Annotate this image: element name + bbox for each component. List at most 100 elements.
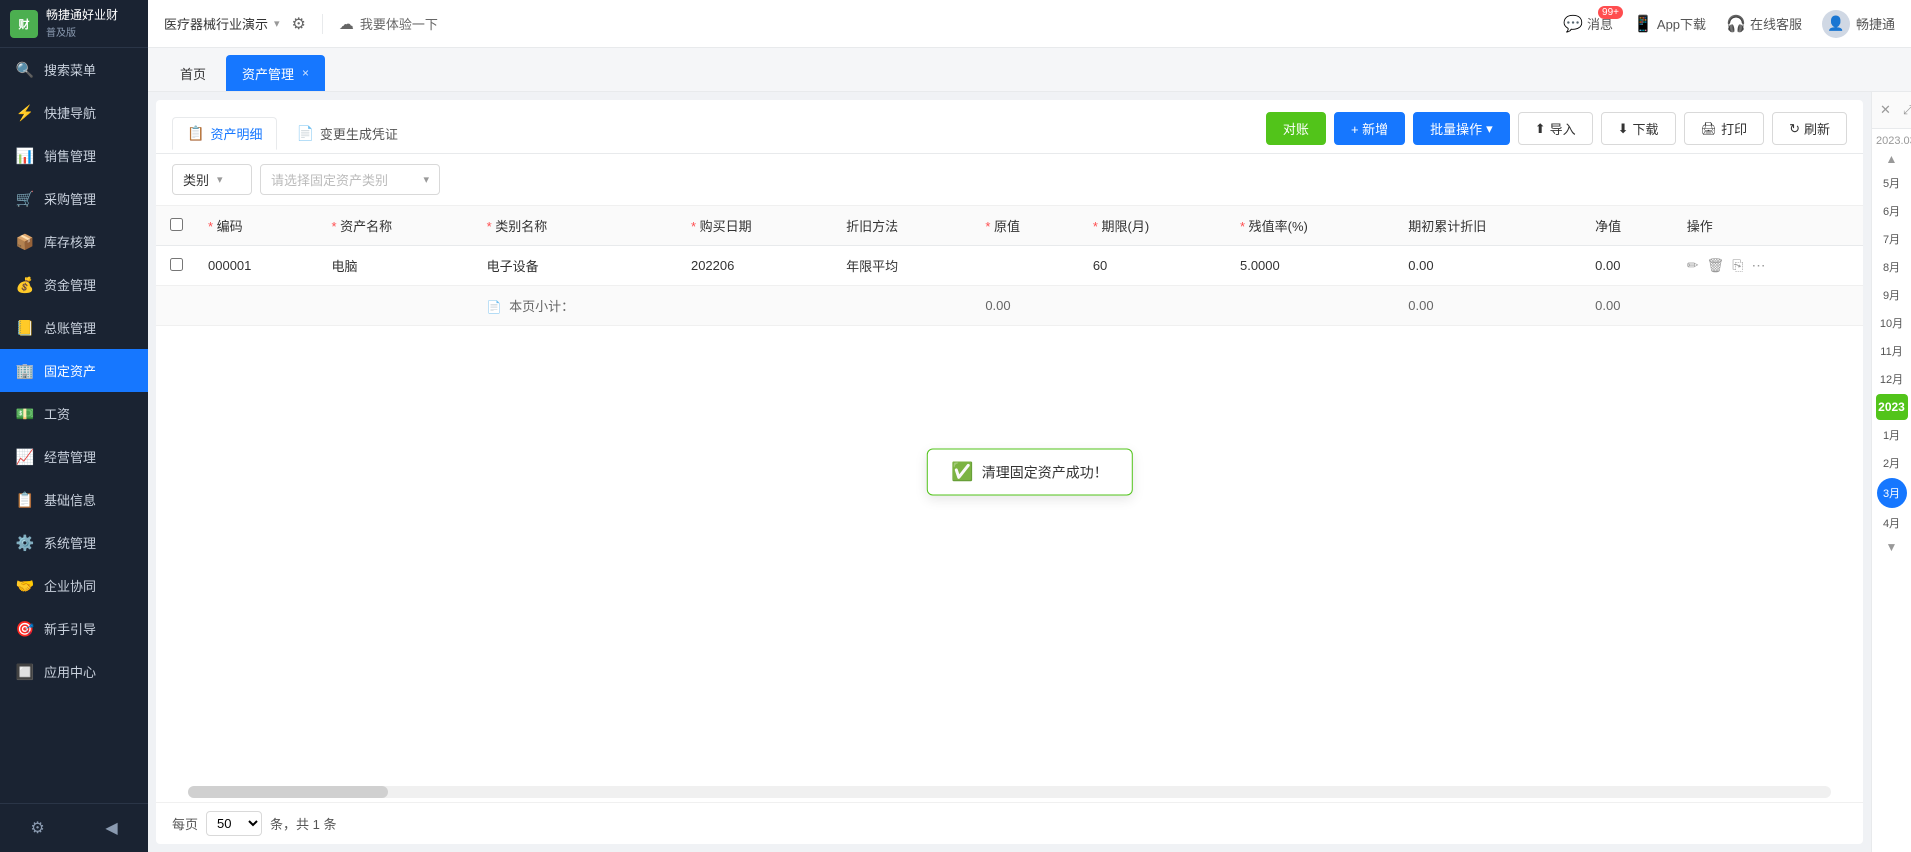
calendar-month-2[interactable]: 2月 [1876, 450, 1908, 476]
calendar-up-nav[interactable]: ▲ [1872, 149, 1911, 169]
reconcile-btn[interactable]: 对账 [1266, 112, 1326, 145]
sidebar: 财 畅捷通好业财 普及版 🔍 搜索菜单 ⚡ 快捷导航 📊 销售管理 🛒 采购管理… [0, 0, 148, 852]
col-name: 资产名称 [319, 206, 474, 246]
app-download-btn[interactable]: 📱 App下载 [1633, 14, 1706, 34]
col-initial-dep: 期初累计折旧 [1396, 206, 1583, 246]
online-service-btn[interactable]: 🎧 在线客服 [1726, 14, 1802, 34]
calendar-month-5[interactable]: 5月 [1876, 170, 1908, 196]
tabs-bar: 首页 资产管理 × [148, 48, 1911, 92]
pagination: 每页 10 20 50 100 条，共 1 条 [156, 802, 1863, 844]
refresh-btn[interactable]: ↻ 刷新 [1772, 112, 1847, 145]
calendar-month-8[interactable]: 8月 [1876, 254, 1908, 280]
tab-close-icon[interactable]: × [302, 66, 309, 80]
cell-period: 60 [1081, 246, 1228, 286]
message-icon: 💬 [1563, 14, 1583, 34]
calendar-down-nav[interactable]: ▼ [1872, 537, 1911, 557]
col-code: 编码 [196, 206, 319, 246]
user-info[interactable]: 👤 畅捷通 [1822, 10, 1895, 38]
cloud-icon: ☁ [339, 15, 354, 33]
import-btn[interactable]: ⬆ 导入 [1518, 112, 1593, 145]
right-panel-expand-icon[interactable]: ⤢ [1897, 96, 1911, 124]
settings-footer-btn[interactable]: ⚙ [26, 814, 48, 842]
main-area: 医疗器械行业演示 ▾ ⚙ ☁ 我要体验一下 💬 消息 99+ 📱 App下载 🎧… [148, 0, 1911, 852]
cell-name: 电脑 [319, 246, 474, 286]
sidebar-item-cooperation[interactable]: 🤝 企业协同 [0, 564, 148, 607]
calendar-year-badge[interactable]: 2023 [1876, 394, 1908, 420]
experience-btn[interactable]: ☁ 我要体验一下 [339, 14, 438, 33]
delete-action-icon[interactable]: 🗑 [1707, 257, 1725, 274]
batch-ops-btn[interactable]: 批量操作 ▾ [1413, 112, 1510, 145]
filter-row: 类别 ▾ 请选择固定资产类别 ▾ [156, 154, 1863, 206]
calendar-month-6[interactable]: 6月 [1876, 198, 1908, 224]
gear-icon: ⚙️ [16, 534, 34, 552]
tab-asset-manage[interactable]: 资产管理 × [226, 55, 325, 91]
payroll-icon: 💵 [16, 405, 34, 423]
category-value-select[interactable]: 请选择固定资产类别 ▾ [260, 164, 440, 195]
table-scrollbar[interactable] [188, 786, 1831, 798]
download-icon: ⬇ [1618, 121, 1629, 137]
subtotal-initial-dep: 0.00 [1396, 286, 1583, 326]
print-btn[interactable]: 🖨 打印 [1684, 112, 1765, 145]
table-row: 000001 电脑 电子设备 202206 年限平均 60 5.0000 0.0… [156, 246, 1863, 286]
sidebar-item-fixed-assets[interactable]: 🏢 固定资产 [0, 349, 148, 392]
cell-purchase-date: 202206 [679, 246, 834, 286]
category-select[interactable]: 类别 ▾ [172, 164, 252, 195]
calendar-month-9[interactable]: 9月 [1876, 282, 1908, 308]
cell-initial-dep: 0.00 [1396, 246, 1583, 286]
sub-tab-asset-detail[interactable]: 📋 资产明细 [172, 117, 277, 150]
tab-home[interactable]: 首页 [164, 55, 222, 91]
handshake-icon: 🤝 [16, 577, 34, 595]
content-area: 📋 资产明细 📄 变更生成凭证 对账 + 新增 批量操作 [148, 92, 1911, 852]
sidebar-item-guide[interactable]: 🎯 新手引导 [0, 607, 148, 650]
sidebar-item-system[interactable]: ⚙️ 系统管理 [0, 521, 148, 564]
ledger-icon: 📒 [16, 319, 34, 337]
select-all-checkbox[interactable] [170, 218, 183, 231]
calendar-month-11[interactable]: 11月 [1876, 338, 1908, 364]
calendar-month-1[interactable]: 1月 [1876, 422, 1908, 448]
sidebar-item-purchase[interactable]: 🛒 采购管理 [0, 177, 148, 220]
message-btn[interactable]: 💬 消息 99+ [1563, 14, 1613, 34]
collapse-sidebar-btn[interactable]: ◀ [101, 814, 121, 842]
sidebar-item-basic-info[interactable]: 📋 基础信息 [0, 478, 148, 521]
sidebar-item-sales[interactable]: 📊 销售管理 [0, 134, 148, 177]
calendar-month-10[interactable]: 10月 [1876, 310, 1908, 336]
download-btn[interactable]: ⬇ 下载 [1601, 112, 1676, 145]
cell-residual-rate: 5.0000 [1228, 246, 1396, 286]
sidebar-item-inventory[interactable]: 📦 库存核算 [0, 220, 148, 263]
flash-icon: ⚡ [16, 104, 34, 122]
refresh-icon: ↻ [1789, 121, 1800, 137]
cell-actions: ✏ 🗑 ⎘ ⋯ [1675, 246, 1863, 286]
sidebar-item-search[interactable]: 🔍 搜索菜单 [0, 48, 148, 91]
sub-tab-change-voucher[interactable]: 📄 变更生成凭证 [281, 117, 412, 149]
sidebar-menu: 🔍 搜索菜单 ⚡ 快捷导航 📊 销售管理 🛒 采购管理 📦 库存核算 💰 资金管… [0, 48, 148, 803]
more-action-icon[interactable]: ⋯ [1751, 257, 1765, 274]
avatar: 👤 [1822, 10, 1850, 38]
right-panel-close-icon[interactable]: ✕ [1874, 96, 1897, 124]
right-panel: ✕ ⤢ 2023.03 ▲ 5月 6月 7月 8月 9月 10月 11月 12月… [1871, 92, 1911, 852]
company-settings-icon[interactable]: ⚙ [292, 14, 306, 34]
calendar-month-3-current[interactable]: 3月 [1877, 478, 1907, 508]
row-checkbox[interactable] [170, 258, 183, 271]
per-page-select[interactable]: 10 20 50 100 [206, 811, 262, 836]
app-icon: 🔲 [16, 663, 34, 681]
copy-action-icon[interactable]: ⎘ [1732, 257, 1743, 274]
calendar-month-7[interactable]: 7月 [1876, 226, 1908, 252]
sidebar-item-payroll[interactable]: 💵 工资 [0, 392, 148, 435]
sidebar-item-finance[interactable]: 💰 资金管理 [0, 263, 148, 306]
col-category: 类别名称 [475, 206, 679, 246]
calendar-month-4[interactable]: 4月 [1876, 510, 1908, 536]
company-selector[interactable]: 医疗器械行业演示 ▾ [164, 14, 280, 33]
headset-icon: 🎧 [1726, 14, 1746, 34]
sidebar-item-operations[interactable]: 📈 经营管理 [0, 435, 148, 478]
sidebar-item-ledger[interactable]: 📒 总账管理 [0, 306, 148, 349]
guide-icon: 🎯 [16, 620, 34, 638]
sidebar-item-quick-nav[interactable]: ⚡ 快捷导航 [0, 91, 148, 134]
subtotal-original: 0.00 [973, 286, 1081, 326]
sidebar-item-app-center[interactable]: 🔲 应用中心 [0, 650, 148, 693]
edit-action-icon[interactable]: ✏ [1687, 257, 1699, 274]
calendar-month-12[interactable]: 12月 [1876, 366, 1908, 392]
subtotal-row: 📄 本页小计： 0.00 0.00 0.00 [156, 286, 1863, 326]
toast-message: 清理固定资产成功！ [982, 462, 1108, 482]
sidebar-logo: 财 畅捷通好业财 普及版 [0, 0, 148, 48]
new-btn[interactable]: + 新增 [1334, 112, 1405, 145]
